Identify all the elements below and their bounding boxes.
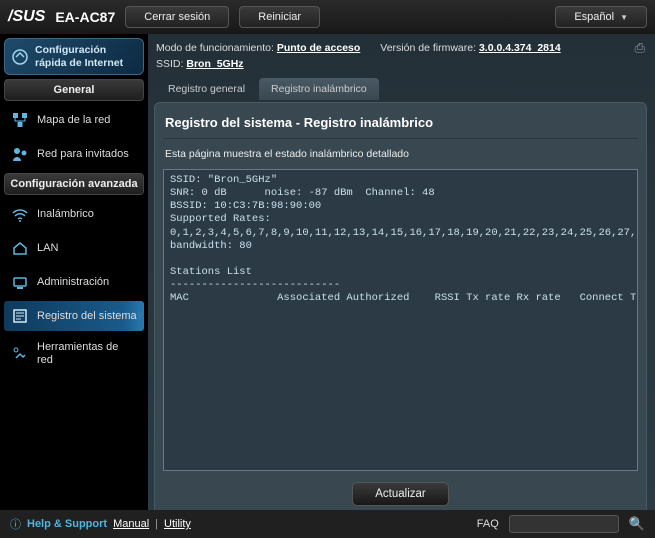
help-support-label: Help & Support	[27, 518, 107, 530]
print-icon[interactable]: ⎙	[635, 40, 645, 56]
guest-network-icon	[11, 145, 29, 163]
sidebar-item-label: Administración	[37, 276, 109, 289]
lan-icon	[11, 239, 29, 257]
quick-internet-setup-button[interactable]: Configuración rápida de Internet	[4, 38, 144, 75]
system-log-icon	[11, 307, 29, 325]
language-selector[interactable]: Español ▼	[555, 6, 647, 28]
wizard-icon	[11, 48, 29, 66]
ssid-value: Bron_5GHz	[186, 58, 243, 70]
section-header-advanced: Configuración avanzada	[4, 173, 144, 195]
manual-link[interactable]: Manual	[113, 518, 149, 530]
search-icon[interactable]: 🔍	[629, 516, 645, 532]
sidebar-item-label: Herramientas de red	[37, 341, 137, 366]
footer-search-input[interactable]	[509, 515, 619, 533]
sidebar-item-network-tools[interactable]: Herramientas de red	[4, 335, 144, 372]
main-content: Modo de funcionamiento: Punto de acceso …	[148, 34, 655, 510]
brand-logo: /SUS	[8, 8, 45, 26]
mode-label: Modo de funcionamiento:	[156, 42, 274, 54]
chevron-down-icon: ▼	[620, 13, 628, 22]
sidebar: Configuración rápida de Internet General…	[0, 34, 148, 510]
administration-icon	[11, 273, 29, 291]
tabs: Registro general Registro inalámbrico	[156, 78, 649, 100]
fw-label: Versión de firmware:	[380, 42, 476, 54]
info-icon: ⓘ	[10, 516, 21, 532]
mode-value[interactable]: Punto de acceso	[277, 42, 360, 54]
sidebar-item-label: LAN	[37, 242, 58, 255]
network-tools-icon	[11, 345, 29, 363]
sidebar-item-label: Inalámbrico	[37, 208, 94, 221]
sidebar-item-label: Mapa de la red	[37, 114, 110, 127]
sidebar-item-wireless[interactable]: Inalámbrico	[4, 199, 144, 229]
info-row-ssid: SSID: Bron_5GHz	[152, 58, 649, 76]
fw-value[interactable]: 3.0.0.4.374_2814	[479, 42, 561, 54]
faq-link[interactable]: FAQ	[477, 518, 499, 530]
language-label: Español	[574, 11, 614, 23]
tab-general-log[interactable]: Registro general	[156, 78, 257, 100]
info-row: Modo de funcionamiento: Punto de acceso …	[152, 34, 649, 58]
utility-link[interactable]: Utility	[164, 518, 191, 530]
sidebar-item-system-log[interactable]: Registro del sistema	[4, 301, 144, 331]
sidebar-item-guest-network[interactable]: Red para invitados	[4, 139, 144, 169]
panel-description: Esta página muestra el estado inalámbric…	[163, 139, 638, 169]
network-map-icon	[11, 111, 29, 129]
sidebar-item-lan[interactable]: LAN	[4, 233, 144, 263]
refresh-button[interactable]: Actualizar	[352, 482, 449, 506]
wireless-log-textarea[interactable]	[163, 169, 638, 471]
logout-button[interactable]: Cerrar sesión	[125, 6, 229, 28]
sidebar-item-label: Registro del sistema	[37, 310, 137, 323]
footer: ⓘ Help & Support Manual | Utility FAQ 🔍	[0, 510, 655, 538]
wireless-icon	[11, 205, 29, 223]
log-panel: Registro del sistema - Registro inalámbr…	[154, 102, 647, 510]
tab-wireless-log[interactable]: Registro inalámbrico	[259, 78, 379, 100]
header-bar: /SUS EA-AC87 Cerrar sesión Reiniciar Esp…	[0, 0, 655, 34]
sidebar-item-network-map[interactable]: Mapa de la red	[4, 105, 144, 135]
section-header-general: General	[4, 79, 144, 101]
ssid-label: SSID:	[156, 58, 183, 70]
sidebar-item-label: Red para invitados	[37, 148, 129, 161]
reboot-button[interactable]: Reiniciar	[239, 6, 320, 28]
panel-title: Registro del sistema - Registro inalámbr…	[163, 111, 638, 139]
model-name: EA-AC87	[55, 9, 115, 25]
quick-setup-label: Configuración rápida de Internet	[35, 44, 137, 69]
sidebar-item-administration[interactable]: Administración	[4, 267, 144, 297]
